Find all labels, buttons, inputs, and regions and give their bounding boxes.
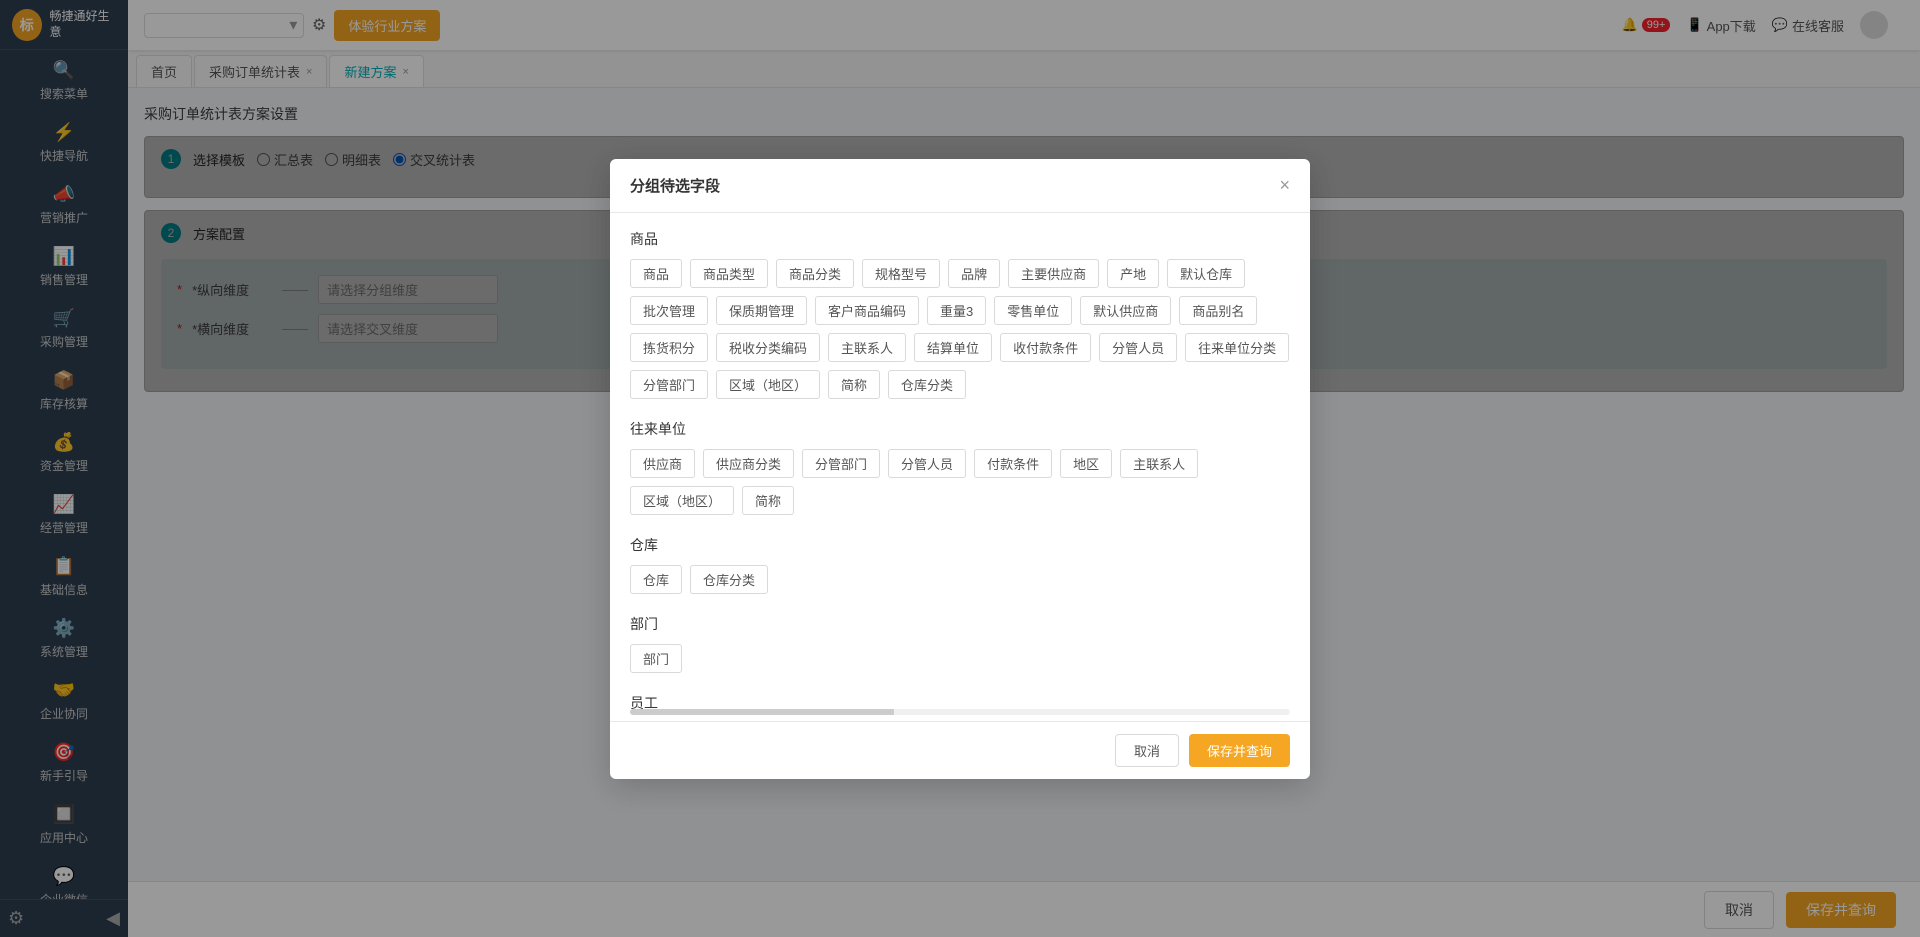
field-section-title-department: 部门 [630, 614, 1290, 634]
field-section-department: 部门部门 [630, 614, 1290, 673]
field-section-title-warehouse: 仓库 [630, 535, 1290, 555]
field-section-title-goods: 商品 [630, 229, 1290, 249]
field-tag-counterpart-4[interactable]: 付款条件 [974, 449, 1052, 478]
field-tag-counterpart-7[interactable]: 区域（地区） [630, 486, 734, 515]
field-tag-goods-22[interactable]: 分管部门 [630, 370, 708, 399]
field-section-title-counterpart: 往来单位 [630, 419, 1290, 439]
field-tag-goods-24[interactable]: 简称 [828, 370, 880, 399]
field-tag-goods-17[interactable]: 主联系人 [828, 333, 906, 362]
field-section-counterpart: 往来单位供应商供应商分类分管部门分管人员付款条件地区主联系人区域（地区） 简称 [630, 419, 1290, 515]
field-tag-goods-20[interactable]: 分管人员 [1099, 333, 1177, 362]
field-section-goods: 商品商品商品类型商品分类规格型号品牌主要供应商产地默认仓库批次管理保质期管理客户… [630, 229, 1290, 399]
field-tag-goods-15[interactable]: 拣货积分 [630, 333, 708, 362]
field-tag-goods-8[interactable]: 批次管理 [630, 296, 708, 325]
modal-footer: 取消 保存并查询 [610, 721, 1310, 779]
field-tag-goods-21[interactable]: 往来单位分类 [1185, 333, 1289, 362]
modal-scrollbar[interactable] [630, 709, 1290, 715]
field-section-employee: 员工业务员 [630, 693, 1290, 709]
field-tag-goods-18[interactable]: 结算单位 [914, 333, 992, 362]
modal-overlay: 分组待选字段 × 商品商品商品类型商品分类规格型号品牌主要供应商产地默认仓库批次… [0, 0, 1920, 937]
field-section-title-employee: 员工 [630, 693, 1290, 709]
field-tag-warehouse-1[interactable]: 仓库分类 [690, 565, 768, 594]
field-tag-counterpart-5[interactable]: 地区 [1060, 449, 1112, 478]
field-tag-department-0[interactable]: 部门 [630, 644, 682, 673]
field-tag-goods-23[interactable]: 区域（地区） [716, 370, 820, 399]
field-tags-warehouse: 仓库仓库分类 [630, 565, 1290, 594]
field-tag-goods-14[interactable]: 商品别名 [1179, 296, 1257, 325]
field-tag-goods-6[interactable]: 产地 [1107, 259, 1159, 288]
modal-close-btn[interactable]: × [1279, 175, 1290, 196]
field-tag-goods-16[interactable]: 税收分类编码 [716, 333, 820, 362]
field-tag-goods-4[interactable]: 品牌 [948, 259, 1000, 288]
field-tags-department: 部门 [630, 644, 1290, 673]
modal-title: 分组待选字段 [630, 175, 720, 196]
field-tag-goods-19[interactable]: 收付款条件 [1000, 333, 1091, 362]
field-tag-goods-13[interactable]: 默认供应商 [1080, 296, 1171, 325]
field-tags-counterpart: 供应商供应商分类分管部门分管人员付款条件地区主联系人区域（地区） 简称 [630, 449, 1290, 515]
field-tag-goods-1[interactable]: 商品类型 [690, 259, 768, 288]
field-tag-counterpart-0[interactable]: 供应商 [630, 449, 695, 478]
field-tag-goods-3[interactable]: 规格型号 [862, 259, 940, 288]
field-tag-goods-7[interactable]: 默认仓库 [1167, 259, 1245, 288]
field-tag-counterpart-1[interactable]: 供应商分类 [703, 449, 794, 478]
field-tag-goods-25[interactable]: 仓库分类 [888, 370, 966, 399]
field-tag-counterpart-2[interactable]: 分管部门 [802, 449, 880, 478]
field-tag-goods-2[interactable]: 商品分类 [776, 259, 854, 288]
modal-header: 分组待选字段 × [610, 159, 1310, 213]
field-tag-goods-10[interactable]: 客户商品编码 [815, 296, 919, 325]
modal-confirm-btn[interactable]: 保存并查询 [1189, 734, 1290, 767]
modal: 分组待选字段 × 商品商品商品类型商品分类规格型号品牌主要供应商产地默认仓库批次… [610, 159, 1310, 779]
field-tag-warehouse-0[interactable]: 仓库 [630, 565, 682, 594]
field-tag-counterpart-8[interactable]: 简称 [742, 486, 794, 515]
modal-body: 商品商品商品类型商品分类规格型号品牌主要供应商产地默认仓库批次管理保质期管理客户… [610, 213, 1310, 709]
field-tag-goods-11[interactable]: 重量3 [927, 296, 986, 325]
field-tag-goods-0[interactable]: 商品 [630, 259, 682, 288]
field-tag-counterpart-6[interactable]: 主联系人 [1120, 449, 1198, 478]
field-tag-goods-9[interactable]: 保质期管理 [716, 296, 807, 325]
field-tags-goods: 商品商品类型商品分类规格型号品牌主要供应商产地默认仓库批次管理保质期管理客户商品… [630, 259, 1290, 399]
field-tag-goods-12[interactable]: 零售单位 [994, 296, 1072, 325]
field-tag-counterpart-3[interactable]: 分管人员 [888, 449, 966, 478]
field-tag-goods-5[interactable]: 主要供应商 [1008, 259, 1099, 288]
modal-cancel-btn[interactable]: 取消 [1115, 734, 1179, 767]
field-section-warehouse: 仓库仓库仓库分类 [630, 535, 1290, 594]
